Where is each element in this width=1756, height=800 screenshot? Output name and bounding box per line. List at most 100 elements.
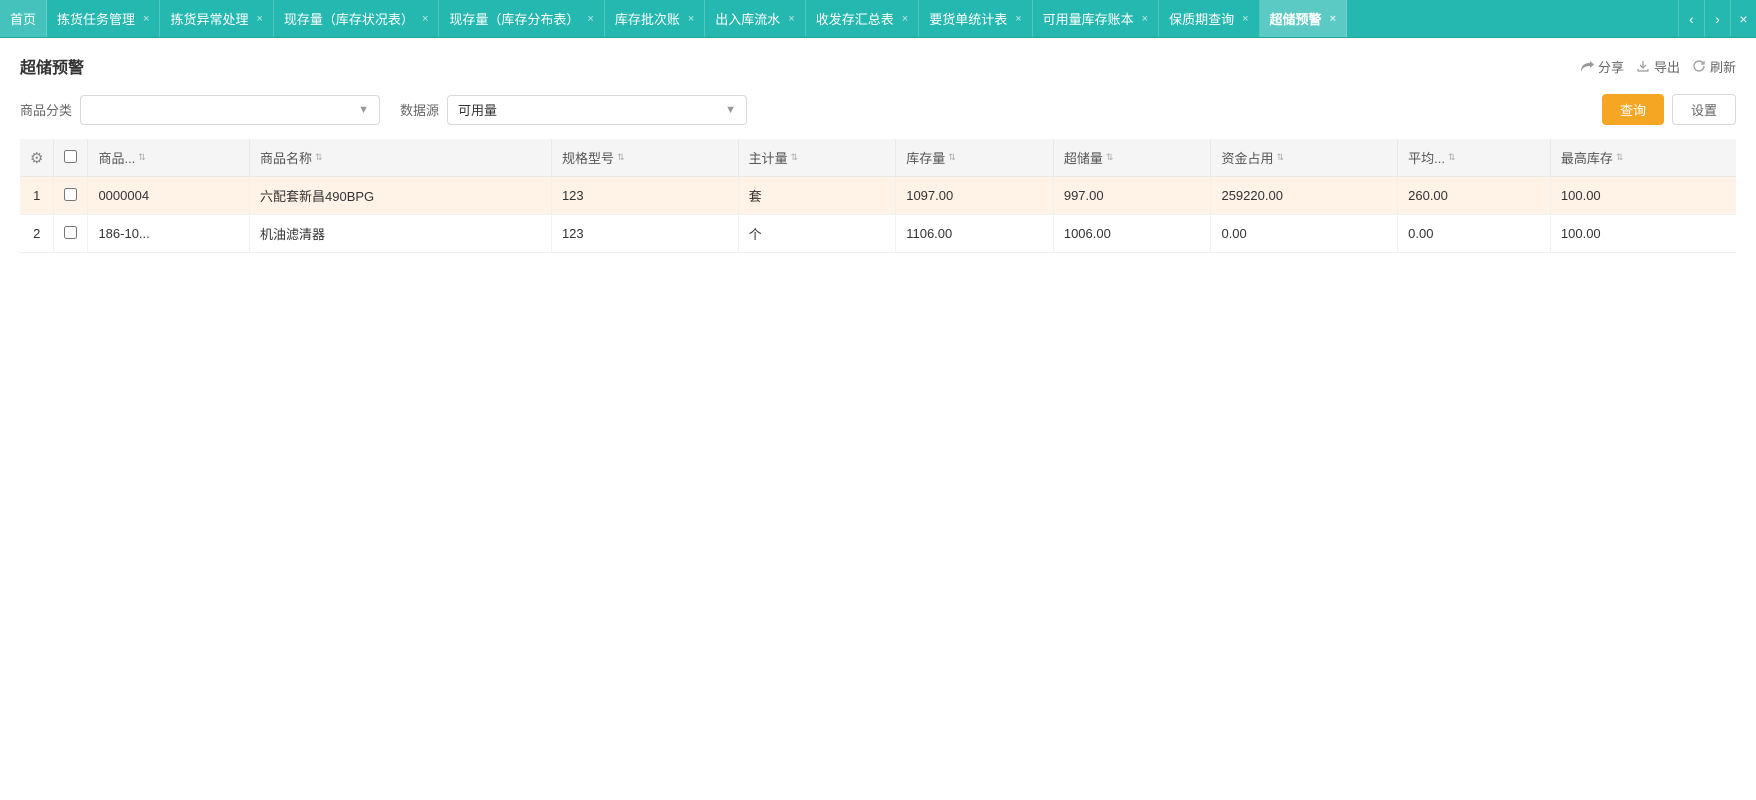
- table-header-row: ⚙ 商品... ⇅ 商品名称 ⇅: [20, 139, 1736, 177]
- nav-item-home[interactable]: 首页: [0, 0, 47, 37]
- row-spec: 123: [551, 177, 738, 215]
- datasource-value: 可用量: [458, 100, 497, 119]
- page-content: 超储预警 分享 导出 刷新 商品: [0, 38, 1756, 269]
- row-spec: 123: [551, 215, 738, 253]
- top-navigation: 首页 拣货任务管理 × 拣货异常处理 × 现存量（库存状况表） × 现存量（库存…: [0, 0, 1756, 38]
- nav-item-usable-account[interactable]: 可用量库存账本 ×: [1033, 0, 1159, 37]
- filter-buttons: 查询 设置: [1602, 94, 1736, 125]
- row-capital: 0.00: [1211, 215, 1398, 253]
- close-icon[interactable]: ×: [1330, 13, 1336, 25]
- row-product-code: 186-10...: [88, 215, 250, 253]
- row-checkbox-cell: [54, 215, 88, 253]
- row-avg: 260.00: [1398, 177, 1551, 215]
- th-over-stock: 超储量 ⇅: [1053, 139, 1211, 177]
- close-icon[interactable]: ×: [587, 13, 593, 25]
- data-table: ⚙ 商品... ⇅ 商品名称 ⇅: [20, 139, 1736, 253]
- row-stock: 1097.00: [896, 177, 1054, 215]
- table-row: 2 186-10... 机油滤清器 123 个 1106.00 1006.00 …: [20, 215, 1736, 253]
- row-product-name: 六配套新昌490BPG: [250, 177, 552, 215]
- nav-arrow-right[interactable]: ›: [1704, 0, 1730, 38]
- query-button[interactable]: 查询: [1602, 94, 1664, 125]
- th-capital: 资金占用 ⇅: [1211, 139, 1398, 177]
- row-max-stock: 100.00: [1550, 177, 1736, 215]
- row-avg: 0.00: [1398, 215, 1551, 253]
- th-spec: 规格型号 ⇅: [551, 139, 738, 177]
- th-product-code: 商品... ⇅: [88, 139, 250, 177]
- th-stock: 库存量 ⇅: [896, 139, 1054, 177]
- chevron-down-icon: ▼: [358, 104, 369, 116]
- close-icon[interactable]: ×: [902, 13, 908, 25]
- datasource-label: 数据源: [400, 100, 439, 119]
- sort-icon: ⇅: [1448, 152, 1456, 163]
- th-unit: 主计量 ⇅: [738, 139, 896, 177]
- close-icon[interactable]: ×: [788, 13, 794, 25]
- sort-icon: ⇅: [1106, 152, 1114, 163]
- sort-icon: ⇅: [791, 152, 799, 163]
- share-icon: [1580, 59, 1594, 73]
- table-row: 1 0000004 六配套新昌490BPG 123 套 1097.00 997.…: [20, 177, 1736, 215]
- sort-icon: ⇅: [1276, 152, 1284, 163]
- row-product-name: 机油滤清器: [250, 215, 552, 253]
- gear-icon[interactable]: ⚙: [30, 150, 43, 167]
- sort-icon: ⇅: [617, 152, 625, 163]
- page-actions: 分享 导出 刷新: [1580, 57, 1736, 76]
- share-button[interactable]: 分享: [1580, 57, 1624, 76]
- nav-item-exception[interactable]: 拣货异常处理 ×: [160, 0, 273, 37]
- th-product-name: 商品名称 ⇅: [250, 139, 552, 177]
- nav-item-inventory-dist[interactable]: 现存量（库存分布表） ×: [439, 0, 604, 37]
- row-stock: 1106.00: [896, 215, 1054, 253]
- select-all-checkbox[interactable]: [64, 150, 77, 163]
- datasource-filter: 数据源 可用量 ▼: [400, 95, 747, 125]
- nav-item-receipt-summary[interactable]: 收发存汇总表 ×: [806, 0, 919, 37]
- export-icon: [1636, 59, 1650, 73]
- close-icon[interactable]: ×: [688, 13, 694, 25]
- nav-arrow-left[interactable]: ‹: [1678, 0, 1704, 38]
- row-number: 2: [20, 215, 54, 253]
- nav-item-inout-flow[interactable]: 出入库流水 ×: [705, 0, 805, 37]
- nav-item-task-mgmt[interactable]: 拣货任务管理 ×: [47, 0, 160, 37]
- close-icon[interactable]: ×: [1015, 13, 1021, 25]
- row-unit: 个: [738, 215, 896, 253]
- row-over-stock: 997.00: [1053, 177, 1211, 215]
- table-body: 1 0000004 六配套新昌490BPG 123 套 1097.00 997.…: [20, 177, 1736, 253]
- row-number: 1: [20, 177, 54, 215]
- th-max-stock: 最高库存 ⇅: [1550, 139, 1736, 177]
- nav-item-batch-account[interactable]: 库存批次账 ×: [605, 0, 705, 37]
- th-avg: 平均... ⇅: [1398, 139, 1551, 177]
- close-icon[interactable]: ×: [1142, 13, 1148, 25]
- page-title: 超储预警: [20, 54, 84, 78]
- sort-icon: ⇅: [948, 152, 956, 163]
- row-over-stock: 1006.00: [1053, 215, 1211, 253]
- nav-arrow-close[interactable]: ×: [1730, 0, 1756, 38]
- close-icon[interactable]: ×: [256, 13, 262, 25]
- chevron-down-icon: ▼: [725, 104, 736, 116]
- close-icon[interactable]: ×: [1242, 13, 1248, 25]
- row-max-stock: 100.00: [1550, 215, 1736, 253]
- row-capital: 259220.00: [1211, 177, 1398, 215]
- page-header: 超储预警 分享 导出 刷新: [20, 54, 1736, 78]
- th-checkbox: [54, 139, 88, 177]
- nav-item-quality-expiry[interactable]: 保质期查询 ×: [1159, 0, 1259, 37]
- sort-icon: ⇅: [138, 152, 146, 163]
- th-settings: ⚙: [20, 139, 54, 177]
- filter-row: 商品分类 ▼ 数据源 可用量 ▼ 查询 设置: [20, 94, 1736, 125]
- category-filter: 商品分类 ▼: [20, 95, 380, 125]
- sort-icon: ⇅: [1616, 152, 1624, 163]
- sort-icon: ⇅: [315, 152, 323, 163]
- row-unit: 套: [738, 177, 896, 215]
- row-checkbox[interactable]: [64, 188, 77, 201]
- category-select[interactable]: ▼: [80, 95, 380, 125]
- export-button[interactable]: 导出: [1636, 57, 1680, 76]
- category-label: 商品分类: [20, 100, 72, 119]
- row-checkbox[interactable]: [64, 226, 77, 239]
- nav-item-inventory-status[interactable]: 现存量（库存状况表） ×: [274, 0, 439, 37]
- nav-item-overstock-warning[interactable]: 超储预警 ×: [1260, 0, 1347, 37]
- close-icon[interactable]: ×: [143, 13, 149, 25]
- nav-item-order-stats[interactable]: 要货单统计表 ×: [919, 0, 1032, 37]
- row-checkbox-cell: [54, 177, 88, 215]
- datasource-select[interactable]: 可用量 ▼: [447, 95, 747, 125]
- refresh-button[interactable]: 刷新: [1692, 57, 1736, 76]
- close-icon[interactable]: ×: [422, 13, 428, 25]
- settings-button[interactable]: 设置: [1672, 94, 1736, 125]
- refresh-icon: [1692, 59, 1706, 73]
